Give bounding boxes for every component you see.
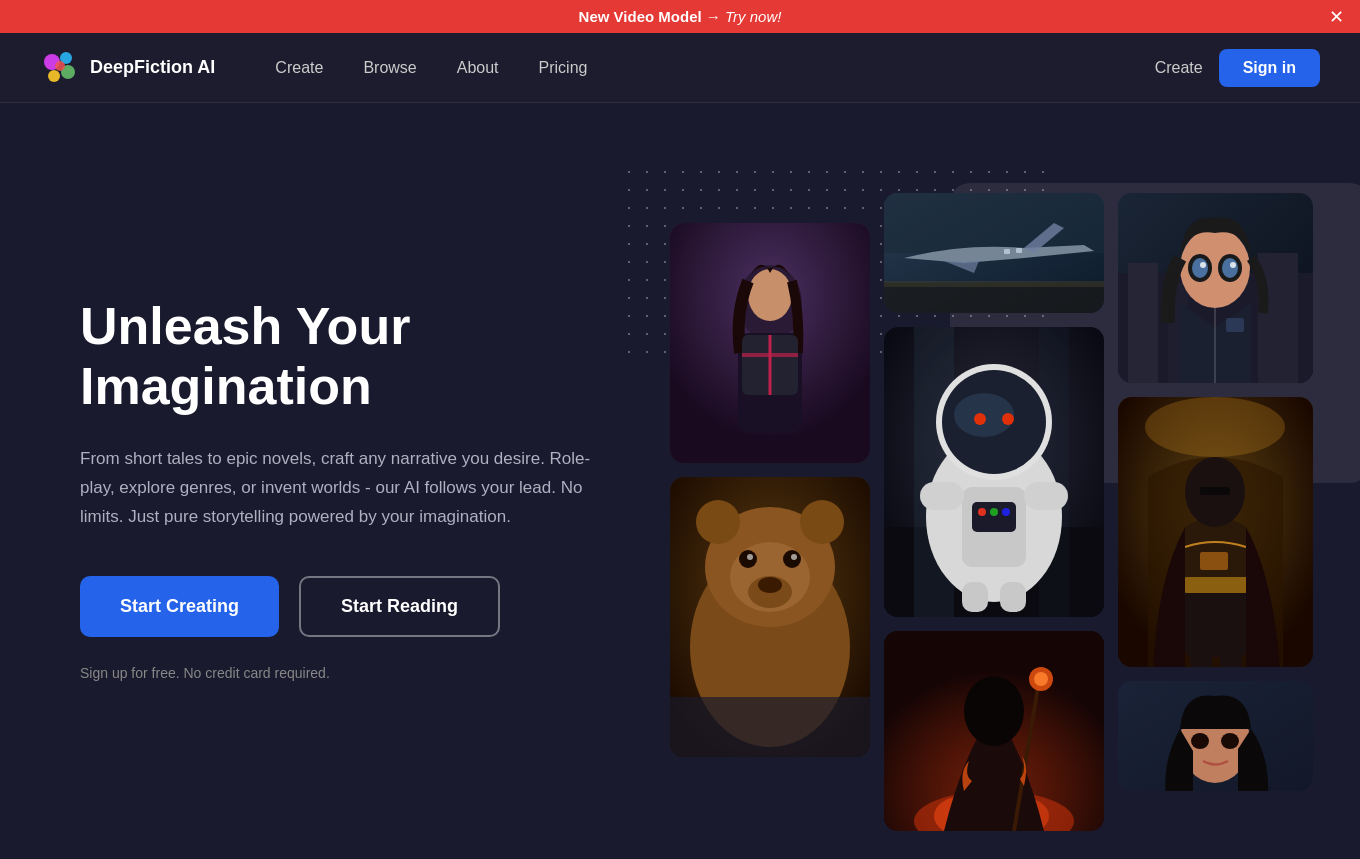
main-content: Unleash Your Imagination From short tale… xyxy=(0,103,1360,855)
svg-rect-61 xyxy=(1128,263,1158,383)
nav-create-action[interactable]: Create xyxy=(1155,59,1203,77)
svg-rect-75 xyxy=(1183,577,1249,593)
main-nav: DeepFiction AI Create Browse About Prici… xyxy=(0,33,1360,103)
hero-footnote: Sign up for free. No credit card require… xyxy=(80,665,600,681)
nav-links: Create Browse About Pricing xyxy=(255,33,1154,103)
svg-rect-26 xyxy=(884,193,1104,253)
anime-svg xyxy=(1118,193,1313,383)
svg-point-85 xyxy=(1221,733,1239,749)
hero-buttons: Start Creating Start Reading xyxy=(80,576,600,637)
banner-close-button[interactable]: ✕ xyxy=(1329,8,1344,26)
svg-point-55 xyxy=(964,676,1024,746)
svg-point-67 xyxy=(1192,258,1208,278)
svg-rect-47 xyxy=(1024,482,1068,510)
image-col-1 xyxy=(670,223,870,831)
villain-svg xyxy=(1118,397,1313,667)
svg-rect-77 xyxy=(1200,487,1230,495)
logo-text: DeepFiction AI xyxy=(90,57,215,78)
logo-icon xyxy=(40,48,80,88)
svg-rect-49 xyxy=(1000,582,1026,612)
svg-rect-79 xyxy=(1190,652,1212,667)
svg-point-4 xyxy=(55,61,65,71)
hero-description: From short tales to epic novels, craft a… xyxy=(80,445,600,532)
svg-point-58 xyxy=(1034,672,1048,686)
svg-point-43 xyxy=(978,508,986,516)
image-bear xyxy=(670,477,870,757)
hero-section: Unleash Your Imagination From short tale… xyxy=(0,103,660,855)
svg-point-69 xyxy=(1200,262,1206,268)
image-woman xyxy=(1118,681,1313,791)
svg-rect-80 xyxy=(1220,652,1242,667)
image-dark-mage xyxy=(884,631,1104,831)
astronaut-svg xyxy=(884,327,1104,617)
nav-browse[interactable]: Browse xyxy=(343,33,436,103)
svg-point-70 xyxy=(1230,262,1236,268)
dark-mage-svg xyxy=(884,631,1104,831)
nav-about[interactable]: About xyxy=(437,33,519,103)
image-astronaut xyxy=(884,327,1104,617)
svg-rect-11 xyxy=(742,353,798,357)
nav-actions: Create Sign in xyxy=(1155,49,1320,87)
svg-point-16 xyxy=(800,500,844,544)
svg-rect-71 xyxy=(1226,318,1244,332)
signin-button[interactable]: Sign in xyxy=(1219,49,1320,87)
images-columns xyxy=(660,183,1323,831)
image-plane xyxy=(884,193,1104,313)
announcement-banner: New Video Model → Try now! ✕ xyxy=(0,0,1360,33)
logo-link[interactable]: DeepFiction AI xyxy=(40,48,215,88)
bear-svg xyxy=(670,477,870,757)
banner-main-text: New Video Model xyxy=(579,8,702,25)
svg-point-73 xyxy=(1145,397,1285,457)
start-reading-button[interactable]: Start Reading xyxy=(299,576,500,637)
svg-rect-27 xyxy=(1004,249,1010,254)
svg-point-45 xyxy=(1002,508,1010,516)
image-col-2 xyxy=(884,193,1104,831)
image-villain xyxy=(1118,397,1313,667)
warrior-svg xyxy=(670,223,870,463)
svg-point-23 xyxy=(758,577,782,593)
start-creating-button[interactable]: Start Creating xyxy=(80,576,279,637)
svg-rect-46 xyxy=(920,482,964,510)
plane-svg xyxy=(884,193,1104,313)
image-warrior xyxy=(670,223,870,463)
svg-point-68 xyxy=(1222,258,1238,278)
svg-rect-48 xyxy=(962,582,988,612)
svg-point-21 xyxy=(747,554,753,560)
banner-text: New Video Model → Try now! xyxy=(20,8,1340,25)
image-mosaic xyxy=(660,103,1360,855)
svg-point-84 xyxy=(1191,733,1209,749)
woman-svg xyxy=(1118,681,1313,791)
banner-cta-link[interactable]: Try now! xyxy=(725,8,781,25)
svg-point-22 xyxy=(791,554,797,560)
svg-point-8 xyxy=(748,269,792,321)
svg-point-3 xyxy=(48,70,60,82)
svg-rect-78 xyxy=(1200,552,1228,570)
hero-title: Unleash Your Imagination xyxy=(80,297,600,417)
nav-pricing[interactable]: Pricing xyxy=(519,33,608,103)
nav-create[interactable]: Create xyxy=(255,33,343,103)
image-anime xyxy=(1118,193,1313,383)
svg-point-39 xyxy=(974,413,986,425)
svg-point-15 xyxy=(696,500,740,544)
svg-rect-42 xyxy=(972,502,1016,532)
image-col-3 xyxy=(1118,193,1313,831)
svg-rect-30 xyxy=(884,281,1104,287)
svg-rect-29 xyxy=(884,283,1104,313)
banner-arrow: → xyxy=(706,8,721,25)
svg-rect-24 xyxy=(670,697,870,757)
svg-point-40 xyxy=(1002,413,1014,425)
svg-rect-28 xyxy=(1016,248,1022,253)
svg-point-44 xyxy=(990,508,998,516)
